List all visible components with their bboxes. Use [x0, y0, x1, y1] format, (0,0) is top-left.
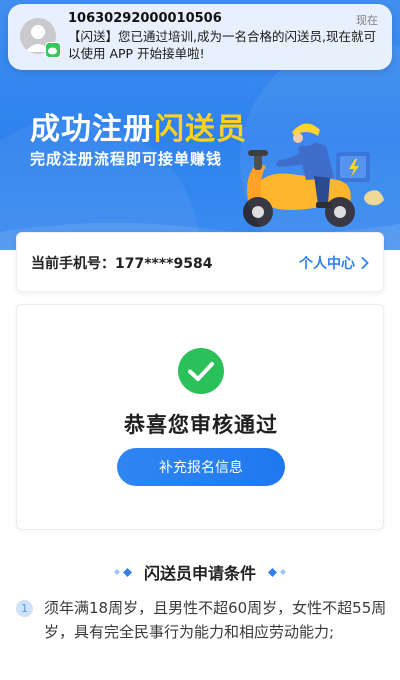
conditions-header: 闪送员申请条件	[0, 560, 400, 584]
notification-sender: 10630292000010506	[68, 11, 222, 26]
chevron-right-icon	[361, 257, 369, 269]
banner-subtitle: 完成注册流程即可接单赚钱	[30, 150, 223, 168]
personal-center-label: 个人中心	[299, 256, 355, 272]
conditions-title: 闪送员申请条件	[143, 564, 256, 583]
right-diamond-decoration	[268, 567, 286, 577]
notification-message: 【闪送】您已通过培训,成为一名合格的闪送员,现在就可以使用 APP 开始接单啦!	[68, 29, 376, 61]
condition-number: 1	[16, 600, 33, 617]
sms-notification[interactable]: 10630292000010506 现在 【闪送】您已通过培训,成为一名合格的闪…	[8, 4, 392, 70]
current-phone-number: 当前手机号：177****9584	[31, 256, 213, 272]
review-status-card: 恭喜您审核通过 补充报名信息	[16, 304, 384, 530]
left-diamond-decoration	[113, 567, 132, 577]
success-check-icon	[178, 348, 224, 394]
account-info-card: 当前手机号：177****9584 个人中心	[16, 232, 384, 292]
messages-app-icon	[45, 42, 61, 58]
banner-title: 成功注册闪送员	[30, 112, 247, 147]
personal-center-link[interactable]: 个人中心	[299, 253, 369, 273]
condition-text: 须年满18周岁，且男性不超60周岁，女性不超55周岁，具有完全民事行为能力和相应…	[44, 599, 387, 641]
approval-message: 恭喜您审核通过	[124, 413, 278, 437]
supplement-registration-button[interactable]: 补充报名信息	[117, 448, 285, 486]
notification-time: 现在	[356, 14, 378, 27]
